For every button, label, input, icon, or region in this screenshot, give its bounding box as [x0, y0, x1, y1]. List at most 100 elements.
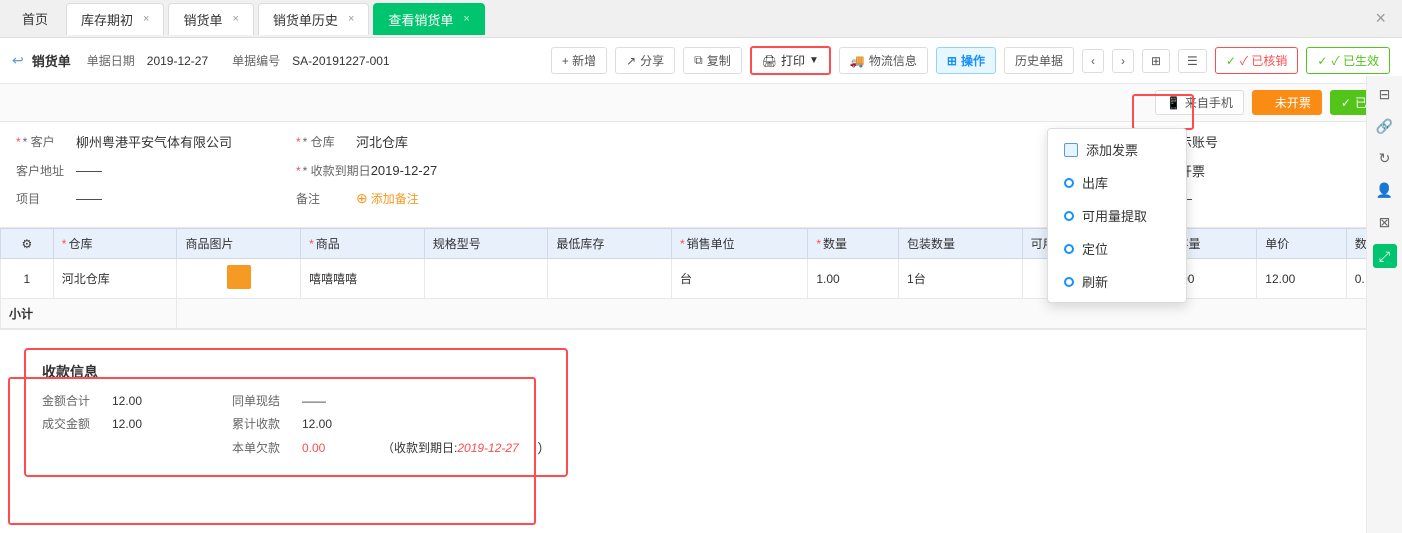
- share-button[interactable]: ↗ 分享: [615, 47, 675, 74]
- dropdown-item-outbound[interactable]: 出库: [1048, 166, 1186, 199]
- subtotal-label: 小计: [1, 299, 177, 329]
- no-value: SA-20191227-001: [292, 54, 389, 68]
- tab-view-sales[interactable]: 查看销货单 ×: [373, 3, 484, 35]
- row-pkg-qty: 1台: [899, 259, 1023, 299]
- col-settings: ⚙: [1, 229, 54, 259]
- window-close-button[interactable]: ×: [1367, 4, 1394, 33]
- col-price: 单价: [1257, 229, 1346, 259]
- dropdown-item-locate[interactable]: 定位: [1048, 232, 1186, 265]
- effect-icon: ✓: [1317, 54, 1327, 68]
- form-area: * 客户 柳州粤港平安气体有限公司 * 仓库 河北仓库 业务员 演示账号 客户地…: [0, 122, 1402, 228]
- list-view-button[interactable]: ☰: [1178, 49, 1207, 73]
- grid-view-button[interactable]: ⊞: [1142, 49, 1170, 73]
- sold-icon: ✓: [1226, 54, 1236, 68]
- prev-button[interactable]: ‹: [1082, 49, 1104, 73]
- sidebar-icon-2[interactable]: 🔗: [1375, 116, 1395, 136]
- col-qty: 数量: [808, 229, 899, 259]
- next-icon: ›: [1121, 54, 1125, 68]
- operation-icon: ⊞: [947, 54, 957, 68]
- history-button[interactable]: 历史单据: [1004, 47, 1074, 74]
- dropdown-item-refresh[interactable]: 刷新: [1048, 265, 1186, 298]
- bottom-section: 收款信息 金额合计 12.00 同单现结 —— 成交金额 12.00 累计收款 …: [0, 330, 1402, 495]
- row-min-stock: [548, 259, 672, 299]
- available-icon: [1064, 211, 1074, 221]
- sidebar-icon-3[interactable]: ↻: [1375, 148, 1395, 168]
- sidebar-expand-icon[interactable]: ⤢: [1373, 244, 1397, 268]
- print-button[interactable]: 🖨 打印 ▼: [750, 46, 831, 75]
- project-label: 项目: [16, 190, 76, 207]
- address-label: 客户地址: [16, 162, 76, 179]
- tab-close-history[interactable]: ×: [348, 13, 354, 25]
- warehouse-label: * 仓库: [296, 133, 356, 150]
- row-unit: 台: [672, 259, 808, 299]
- debt-end: ）: [537, 438, 550, 457]
- tab-sales[interactable]: 销货单 ×: [168, 3, 253, 35]
- tab-inventory[interactable]: 库存期初 ×: [66, 3, 164, 35]
- col-warehouse: 仓库: [53, 229, 177, 259]
- dropdown-item-invoice[interactable]: 添加发票: [1048, 133, 1186, 166]
- locate-icon: [1064, 244, 1074, 254]
- sold-button[interactable]: ✓ ✓ 已核销: [1215, 47, 1299, 74]
- doc-type-label: 销货单: [32, 51, 71, 70]
- operation-button[interactable]: ⊞ 操作: [936, 47, 996, 74]
- row-spec: [424, 259, 548, 299]
- logistics-button[interactable]: 🚚 物流信息: [839, 47, 928, 74]
- sidebar-icon-1[interactable]: ⊟: [1375, 84, 1395, 104]
- ticket-value: 不开票: [1166, 161, 1346, 180]
- sidebar-icon-5[interactable]: ⊠: [1375, 212, 1395, 232]
- list-view-icon: ☰: [1187, 54, 1198, 68]
- right-sidebar: ⊟ 🔗 ↻ 👤 ⊠ ⤢: [1366, 76, 1402, 533]
- address-value: ——: [76, 163, 256, 178]
- tab-close-view[interactable]: ×: [463, 13, 469, 25]
- grid-view-icon: ⊞: [1151, 54, 1161, 68]
- note-label: 备注: [296, 190, 356, 207]
- refresh-icon: [1064, 277, 1074, 287]
- prev-icon: ‹: [1091, 54, 1095, 68]
- sidebar-icon-4[interactable]: 👤: [1375, 180, 1395, 200]
- cumulative-label: 累计收款: [232, 415, 302, 432]
- row-no: 1: [1, 259, 54, 299]
- date-value: 2019-12-27: [147, 54, 208, 68]
- col-unit: 销售单位: [672, 229, 808, 259]
- deal-amount-value: 12.00: [112, 417, 192, 431]
- settings-icon[interactable]: ⚙: [22, 237, 33, 251]
- same-settle-value: ——: [302, 394, 382, 408]
- col-image: 商品图片: [177, 229, 301, 259]
- confirm-icon: ✓: [1341, 96, 1351, 110]
- debt-value: 0.00: [302, 441, 382, 455]
- dropdown-item-available[interactable]: 可用量提取: [1048, 199, 1186, 232]
- print-icon: 🖨: [762, 54, 777, 68]
- col-min-stock: 最低库存: [548, 229, 672, 259]
- outbound-icon: [1064, 178, 1074, 188]
- payment-date-value: 2019-12-27: [371, 163, 551, 178]
- doc-icon: ↩: [12, 52, 24, 69]
- phone-button[interactable]: 📱 来自手机: [1155, 90, 1244, 115]
- new-button[interactable]: + 新增: [551, 47, 607, 74]
- cumulative-value: 12.00: [302, 417, 382, 431]
- table-wrapper: ⚙ 仓库 商品图片 商品 规格型号 最低库存 销售单位 数量 包装数量 可用量 …: [0, 228, 1402, 330]
- same-settle-label: 同单现结: [232, 392, 302, 409]
- dot-icon: [1263, 99, 1271, 107]
- project-value: ——: [76, 191, 256, 206]
- warehouse-value: 河北仓库: [356, 132, 536, 151]
- tab-bar: 首页 库存期初 × 销货单 × 销货单历史 × 查看销货单 × ×: [0, 0, 1402, 38]
- amount-total-label: 金额合计: [42, 392, 112, 409]
- subtotal-empty: [177, 299, 1402, 329]
- copy-button[interactable]: ⧉ 复制: [683, 47, 742, 74]
- debt-date: 2019-12-27: [457, 441, 537, 455]
- info-row-2: 成交金额 12.00 累计收款 12.00: [42, 415, 550, 432]
- print-dropdown-icon: ▼: [809, 55, 819, 66]
- tab-close-sales[interactable]: ×: [232, 13, 238, 25]
- invoice-icon: [1064, 143, 1078, 157]
- table-row: 1 河北仓库 嘻嘻嘻嘻 台 1.00 1台 12.00 12.00: [1, 259, 1402, 299]
- tab-home[interactable]: 首页: [8, 3, 62, 34]
- next-button[interactable]: ›: [1112, 49, 1134, 73]
- deal-amount-label: 成交金额: [42, 415, 112, 432]
- info-row-1: 金额合计 12.00 同单现结 ——: [42, 392, 550, 409]
- tab-close-inventory[interactable]: ×: [143, 13, 149, 25]
- tab-sales-history[interactable]: 销货单历史 ×: [258, 3, 369, 35]
- col-spec: 规格型号: [424, 229, 548, 259]
- effect-button[interactable]: ✓ ✓ 已生效: [1306, 47, 1390, 74]
- add-note-button[interactable]: ⊕ 添加备注: [356, 190, 419, 207]
- not-open-button[interactable]: 未开票: [1252, 90, 1322, 115]
